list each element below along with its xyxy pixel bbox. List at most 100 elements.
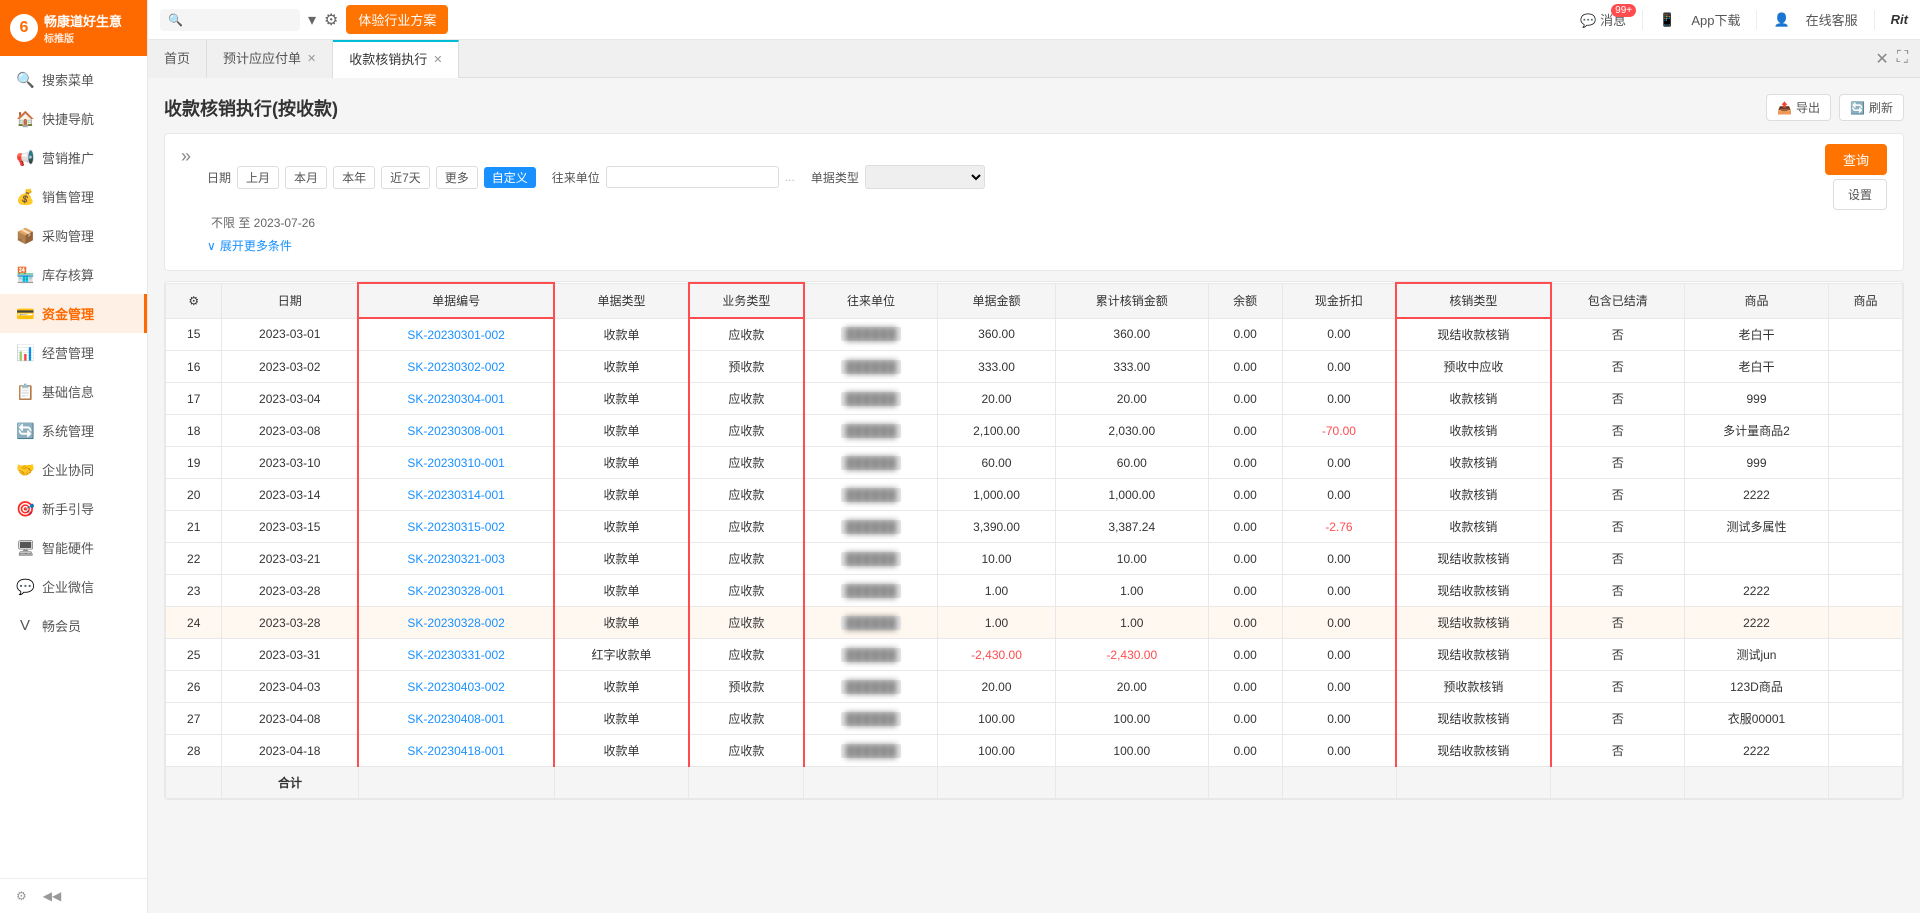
sidebar-item-member[interactable]: V 畅会员 [0, 606, 147, 645]
cell-verified: 100.00 [1055, 735, 1208, 767]
cell-doc_no[interactable]: SK-20230321-003 [358, 543, 554, 575]
sidebar-item-sales[interactable]: 💰 销售管理 [0, 177, 147, 216]
doc-no-link[interactable]: SK-20230302-002 [407, 360, 504, 374]
cell-date: 2023-03-28 [222, 575, 358, 607]
doc-no-link[interactable]: SK-20230301-002 [407, 328, 504, 342]
sidebar-item-purchase[interactable]: 📦 采购管理 [0, 216, 147, 255]
sidebar-item-wechat[interactable]: 💬 企业微信 [0, 567, 147, 606]
cell-amount: 1,000.00 [938, 479, 1056, 511]
doc-no-link[interactable]: SK-20230308-001 [407, 424, 504, 438]
doctype-select[interactable] [865, 165, 985, 189]
tab-close-verify[interactable]: ✕ [433, 41, 442, 79]
cell-product: 多计量商品2 [1684, 415, 1828, 447]
sidebar-item-operation[interactable]: 📊 经营管理 [0, 333, 147, 372]
doc-no-link[interactable]: SK-20230304-001 [407, 392, 504, 406]
cell-doc_no[interactable]: SK-20230310-001 [358, 447, 554, 479]
doc-no-link[interactable]: SK-20230314-001 [407, 488, 504, 502]
marketing-label: 营销推广 [42, 148, 94, 167]
doc-no-link[interactable]: SK-20230315-002 [407, 520, 504, 534]
sidebar-item-guide[interactable]: 🎯 新手引导 [0, 489, 147, 528]
cell-doc_no[interactable]: SK-20230408-001 [358, 703, 554, 735]
sidebar-item-system[interactable]: 🔄 系统管理 [0, 411, 147, 450]
doc-no-link[interactable]: SK-20230321-003 [407, 552, 504, 566]
notification-area[interactable]: 💬 消息 99+ [1580, 10, 1626, 29]
app-download-link[interactable]: App下载 [1691, 10, 1740, 29]
counterparty-input[interactable] [606, 166, 779, 188]
col-header-product2: 商品 [1828, 283, 1902, 318]
sidebar-item-quick-nav[interactable]: 🏠 快捷导航 [0, 99, 147, 138]
cell-doc_no[interactable]: SK-20230418-001 [358, 735, 554, 767]
wechat-icon: 💬 [16, 578, 34, 596]
close-all-icon[interactable]: ✕ [1875, 49, 1888, 69]
cell-biz_type: 应收款 [689, 639, 804, 671]
cell-date: 2023-03-14 [222, 479, 358, 511]
sidebar-item-inventory[interactable]: 🏪 库存核算 [0, 255, 147, 294]
cell-verified: -2,430.00 [1055, 639, 1208, 671]
cell-product: 测试jun [1684, 639, 1828, 671]
table-row: 272023-04-08SK-20230408-001收款单应收款██████1… [166, 703, 1903, 735]
tab-home[interactable]: 首页 [148, 40, 207, 78]
sidebar-item-marketing[interactable]: 📢 营销推广 [0, 138, 147, 177]
cell-product2 [1828, 415, 1902, 447]
cell-biz_type: 预收款 [689, 351, 804, 383]
cell-include_cleared: 否 [1551, 383, 1685, 415]
cell-doc_no[interactable]: SK-20230331-002 [358, 639, 554, 671]
tab-close-receivable[interactable]: ✕ [307, 40, 316, 78]
fullscreen-icon[interactable]: ⛶ [1897, 49, 1908, 69]
cell-doc_no[interactable]: SK-20230315-002 [358, 511, 554, 543]
cell-doc_no[interactable]: SK-20230328-002 [358, 607, 554, 639]
cell-doc_no[interactable]: SK-20230301-002 [358, 318, 554, 351]
tab-label-verify: 收款核销执行 [349, 41, 427, 79]
cell-doc_type: 收款单 [554, 383, 689, 415]
date-this-month[interactable]: 本月 [285, 166, 327, 189]
filter-content: 日期 上月 本月 本年 近7天 更多 自定义 往来单位 ... [207, 144, 1887, 260]
cell-product: 123D商品 [1684, 671, 1828, 703]
topbar-settings-icon[interactable]: ▾ [308, 10, 316, 30]
tab-receivable[interactable]: 预计应应付单✕ [207, 40, 333, 78]
cell-amount: 20.00 [938, 671, 1056, 703]
sidebar-item-basic[interactable]: 📋 基础信息 [0, 372, 147, 411]
doc-no-link[interactable]: SK-20230328-002 [407, 616, 504, 630]
sidebar-item-search[interactable]: 🔍 搜索菜单 [0, 60, 147, 99]
collapse-icon[interactable]: ◀◀ [43, 889, 61, 903]
cell-doc_no[interactable]: SK-20230314-001 [358, 479, 554, 511]
settings-button[interactable]: 设置 [1833, 179, 1887, 210]
cell-biz_type: 预收款 [689, 671, 804, 703]
tab-verify[interactable]: 收款核销执行✕ [333, 40, 459, 78]
solution-button[interactable]: 体验行业方案 [346, 5, 448, 34]
sidebar-item-enterprise[interactable]: 🤝 企业协同 [0, 450, 147, 489]
sidebar-item-hardware[interactable]: 🖥 智能硬件 [0, 528, 147, 567]
topbar-left: 🔍 ▾ ⚙ 体验行业方案 [160, 5, 1572, 34]
doc-no-link[interactable]: SK-20230331-002 [407, 648, 504, 662]
settings-icon[interactable]: ⚙ [16, 889, 27, 903]
doc-no-link[interactable]: SK-20230418-001 [407, 744, 504, 758]
refresh-icon: 🔄 [1850, 101, 1865, 115]
query-button[interactable]: 查询 [1825, 144, 1887, 175]
date-this-year[interactable]: 本年 [333, 166, 375, 189]
col-header-include_cleared: 包含已结清 [1551, 283, 1685, 318]
cell-doc_no[interactable]: SK-20230302-002 [358, 351, 554, 383]
system-label: 系统管理 [42, 421, 94, 440]
cell-product2 [1828, 607, 1902, 639]
footer-cell-doc_no [358, 767, 554, 799]
doc-no-link[interactable]: SK-20230310-001 [407, 456, 504, 470]
filter-expand-icon[interactable]: » [181, 144, 191, 167]
sidebar-item-finance[interactable]: 💳 资金管理 [0, 294, 147, 333]
export-button[interactable]: 📤 导出 [1766, 94, 1831, 121]
doc-no-link[interactable]: SK-20230328-001 [407, 584, 504, 598]
date-custom[interactable]: 自定义 [484, 167, 536, 188]
gear-icon[interactable]: ⚙ [324, 10, 338, 30]
footer-cell-verify_type [1396, 767, 1550, 799]
cell-doc_no[interactable]: SK-20230304-001 [358, 383, 554, 415]
cell-doc_no[interactable]: SK-20230403-002 [358, 671, 554, 703]
doc-no-link[interactable]: SK-20230408-001 [407, 712, 504, 726]
doc-no-link[interactable]: SK-20230403-002 [407, 680, 504, 694]
date-more[interactable]: 更多 [436, 166, 478, 189]
date-last-month[interactable]: 上月 [237, 166, 279, 189]
cell-doc_no[interactable]: SK-20230308-001 [358, 415, 554, 447]
cell-doc_no[interactable]: SK-20230328-001 [358, 575, 554, 607]
date-7days[interactable]: 近7天 [381, 166, 430, 189]
expand-more-btn[interactable]: ∨ 展开更多条件 [207, 237, 1887, 254]
refresh-button[interactable]: 🔄 刷新 [1839, 94, 1904, 121]
online-service-link[interactable]: 在线客服 [1806, 10, 1858, 29]
